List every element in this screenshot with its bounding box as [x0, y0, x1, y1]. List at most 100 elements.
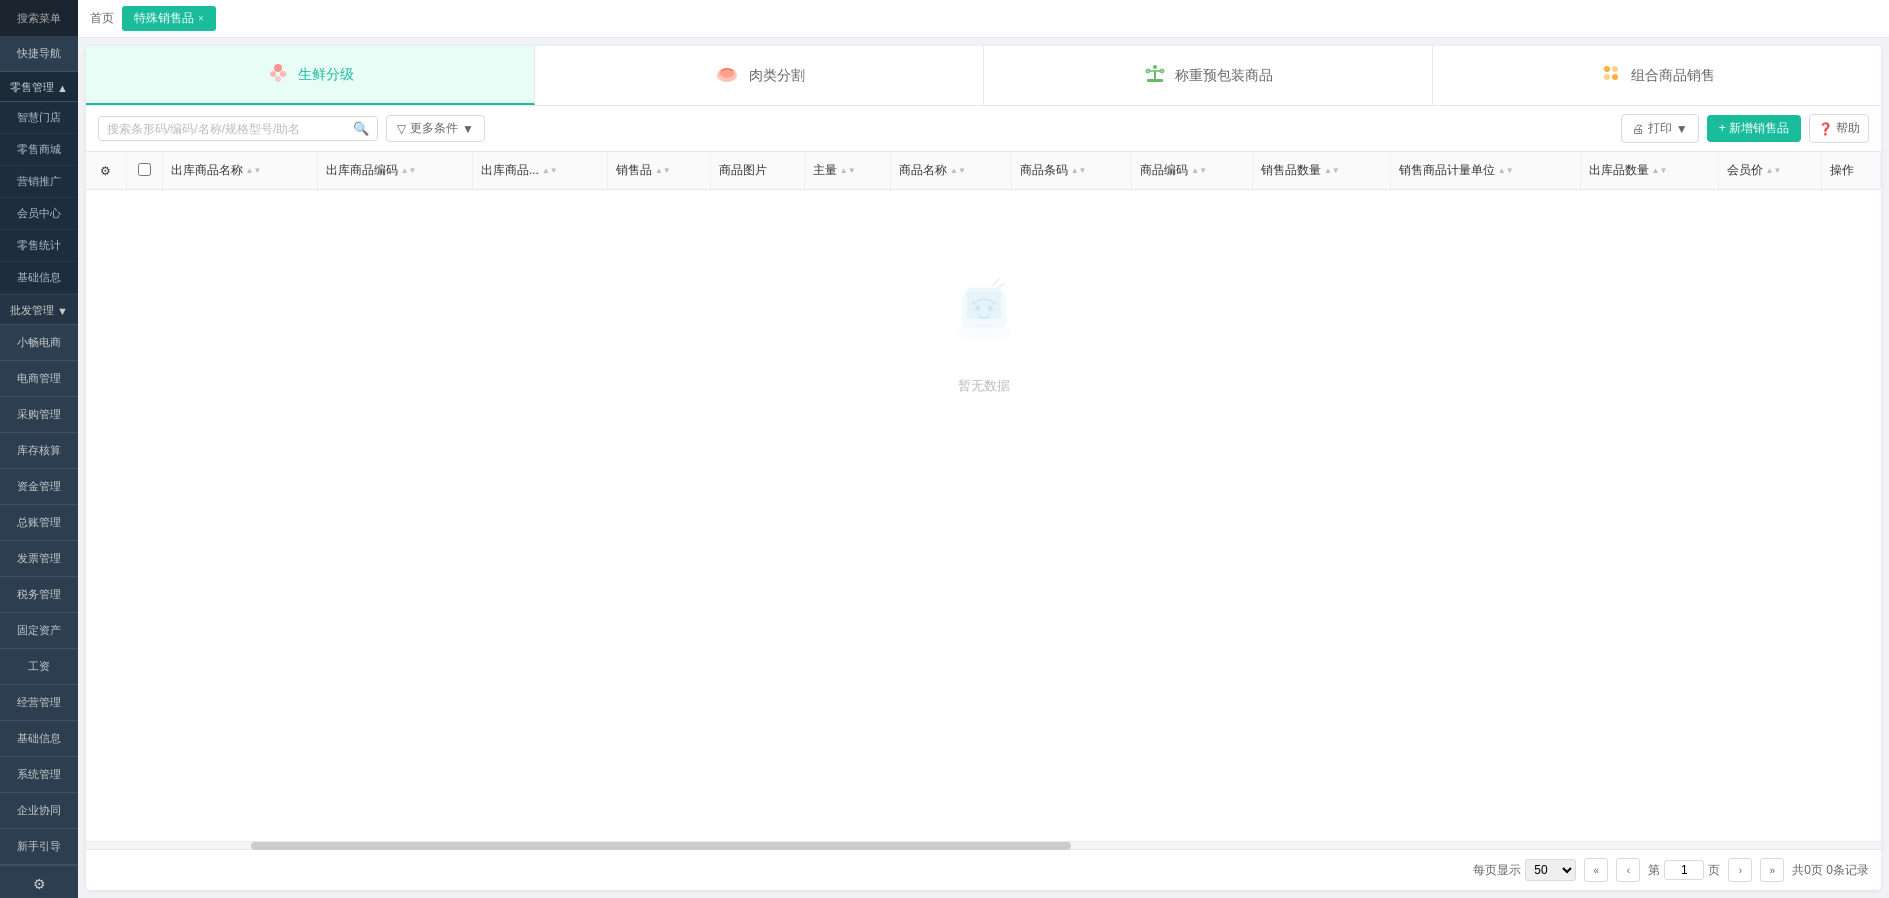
sidebar-item-retail-mall[interactable]: 零售商城: [0, 134, 78, 166]
th-product-code: 商品编码▲▼: [1132, 152, 1253, 190]
th-sales-qty: 销售品数量▲▼: [1252, 152, 1390, 190]
print-chevron: ▼: [1676, 122, 1688, 136]
sidebar-item-corp-coop[interactable]: 企业协同: [0, 793, 78, 829]
close-tab-icon[interactable]: ×: [198, 13, 204, 24]
sidebar-item-quick-nav[interactable]: 快捷导航: [0, 36, 78, 72]
chevron-down-icon: ▲: [57, 82, 68, 94]
sidebar-item-purchase-mgmt[interactable]: 采购管理: [0, 397, 78, 433]
sidebar-item-fixed-assets[interactable]: 固定资产: [0, 613, 78, 649]
print-button[interactable]: 🖨 打印 ▼: [1621, 114, 1699, 143]
page-number-input[interactable]: [1664, 860, 1704, 880]
sidebar-item-label: 零售统计: [17, 238, 61, 253]
add-sales-product-button[interactable]: + 新增销售品: [1707, 115, 1801, 142]
sidebar-item-wholesale-mgmt[interactable]: 批发管理 ▼: [0, 295, 78, 325]
sidebar-bottom: ⚙: [0, 865, 78, 898]
sidebar-item-sales-promo[interactable]: 营销推广: [0, 166, 78, 198]
select-all-checkbox[interactable]: [138, 163, 151, 176]
help-button[interactable]: ❓ 帮助: [1809, 114, 1869, 143]
sidebar-item-sys-mgmt[interactable]: 系统管理: [0, 757, 78, 793]
gear-icon: ⚙: [33, 876, 46, 892]
tab-fresh-grade-label: 生鲜分级: [298, 66, 354, 84]
sidebar-item-smart-store[interactable]: 智慧门店: [0, 102, 78, 134]
next-page-button[interactable]: ›: [1728, 858, 1752, 882]
filter-button[interactable]: ▽ 更多条件 ▼: [386, 115, 485, 142]
sidebar-item-basic-info[interactable]: 基础信息: [0, 721, 78, 757]
sidebar-item-new-guide[interactable]: 新手引导: [0, 829, 78, 865]
sidebar: 搜索菜单 快捷导航 零售管理 ▲ 智慧门店 零售商城 营销推广 会员中心 零售统…: [0, 0, 78, 898]
first-page-button[interactable]: «: [1584, 858, 1608, 882]
th-checkbox[interactable]: [126, 152, 162, 190]
chevron-right-icon: ▼: [57, 305, 68, 317]
sidebar-item-ecom-mgmt[interactable]: 电商管理: [0, 361, 78, 397]
retail-sub-menu: 智慧门店 零售商城 营销推广 会员中心 零售统计 基础信息: [0, 102, 78, 295]
sidebar-item-label: 零售商城: [17, 142, 61, 157]
svg-point-10: [1146, 69, 1150, 73]
scale-prepack-icon: [1143, 61, 1167, 90]
sidebar-item-label: 电商管理: [17, 371, 61, 386]
svg-point-16: [1612, 74, 1618, 80]
page-content-card: 生鲜分级 肉类分割: [86, 46, 1881, 890]
sidebar-item-label: 库存核算: [17, 443, 61, 458]
th-operation: 操作: [1821, 152, 1880, 190]
sidebar-item-tax-mgmt[interactable]: 税务管理: [0, 577, 78, 613]
tab-fresh-grade[interactable]: 生鲜分级: [86, 46, 535, 105]
search-box[interactable]: 🔍: [98, 116, 378, 141]
tab-combo-sales[interactable]: 组合商品销售: [1433, 46, 1881, 105]
empty-text: 暂无数据: [958, 377, 1010, 395]
active-tab[interactable]: 特殊销售品 ×: [122, 6, 216, 31]
horizontal-scrollbar-track[interactable]: [86, 841, 1881, 849]
th-sales-unit: 销售商品计量单位▲▼: [1390, 152, 1580, 190]
sidebar-item-label: 采购管理: [17, 407, 61, 422]
sidebar-item-retail-stats[interactable]: 零售统计: [0, 230, 78, 262]
th-sales-product: 销售品▲▼: [607, 152, 710, 190]
sidebar-item-label: 基础信息: [17, 270, 61, 285]
sidebar-item-mini-ecom[interactable]: 小畅电商: [0, 325, 78, 361]
sidebar-item-label: 基础信息: [17, 731, 61, 746]
page-label: 第: [1648, 862, 1660, 879]
sidebar-item-salary[interactable]: 工资: [0, 649, 78, 685]
th-out-qty: 出库品数量▲▼: [1580, 152, 1718, 190]
svg-point-3: [275, 76, 281, 82]
th-settings[interactable]: ⚙: [86, 152, 126, 190]
th-product-barcode: 商品条码▲▼: [1011, 152, 1132, 190]
sidebar-item-label: 总账管理: [17, 515, 61, 530]
sidebar-item-finance[interactable]: 资金管理: [0, 469, 78, 505]
tab-scale-prepack[interactable]: 称重预包装商品: [984, 46, 1433, 105]
sidebar-item-ops-mgmt[interactable]: 经营管理: [0, 685, 78, 721]
filter-label: 更多条件: [410, 120, 458, 137]
sidebar-item-membership[interactable]: 会员中心: [0, 198, 78, 230]
th-out-product-spec: 出库商品...▲▼: [472, 152, 607, 190]
search-input[interactable]: [107, 122, 349, 136]
sidebar-item-label: 快捷导航: [17, 46, 61, 61]
settings-icon[interactable]: ⚙: [100, 164, 111, 178]
sidebar-item-invoice-mgmt[interactable]: 发票管理: [0, 541, 78, 577]
combo-sales-icon: [1599, 61, 1623, 90]
search-menu-btn[interactable]: 搜索菜单: [17, 11, 61, 26]
tab-combo-sales-label: 组合商品销售: [1631, 67, 1715, 85]
sidebar-item-label: 批发管理: [10, 303, 54, 318]
main-content: 首页 特殊销售品 × 生鲜分级: [78, 0, 1889, 898]
sidebar-item-label: 智慧门店: [17, 110, 61, 125]
svg-point-2: [280, 71, 286, 77]
sidebar-item-label: 新手引导: [17, 839, 61, 854]
sidebar-item-retail-mgmt[interactable]: 零售管理 ▲: [0, 72, 78, 102]
svg-point-13: [1604, 66, 1610, 72]
home-breadcrumb[interactable]: 首页: [90, 10, 114, 27]
sidebar-item-general-ledger[interactable]: 总账管理: [0, 505, 78, 541]
th-out-product-code: 出库商品编码▲▼: [317, 152, 472, 190]
search-icon[interactable]: 🔍: [353, 121, 369, 136]
prev-page-button[interactable]: ‹: [1616, 858, 1640, 882]
svg-point-11: [1160, 69, 1164, 73]
sidebar-item-settings[interactable]: ⚙: [0, 866, 78, 898]
sidebar-item-inventory[interactable]: 库存核算: [0, 433, 78, 469]
tab-meat-cut-label: 肉类分割: [749, 67, 805, 85]
per-page-dropdown[interactable]: 50 10 20 100: [1525, 859, 1576, 881]
sidebar-item-basic-info-retail[interactable]: 基础信息: [0, 262, 78, 294]
horizontal-scrollbar-thumb[interactable]: [251, 842, 1071, 850]
th-product-image: 商品图片: [711, 152, 805, 190]
per-page-label: 每页显示: [1473, 862, 1521, 879]
svg-point-14: [1612, 66, 1618, 72]
last-page-button[interactable]: »: [1760, 858, 1784, 882]
tab-meat-cut[interactable]: 肉类分割: [535, 46, 984, 105]
filter-icon: ▽: [397, 122, 406, 136]
